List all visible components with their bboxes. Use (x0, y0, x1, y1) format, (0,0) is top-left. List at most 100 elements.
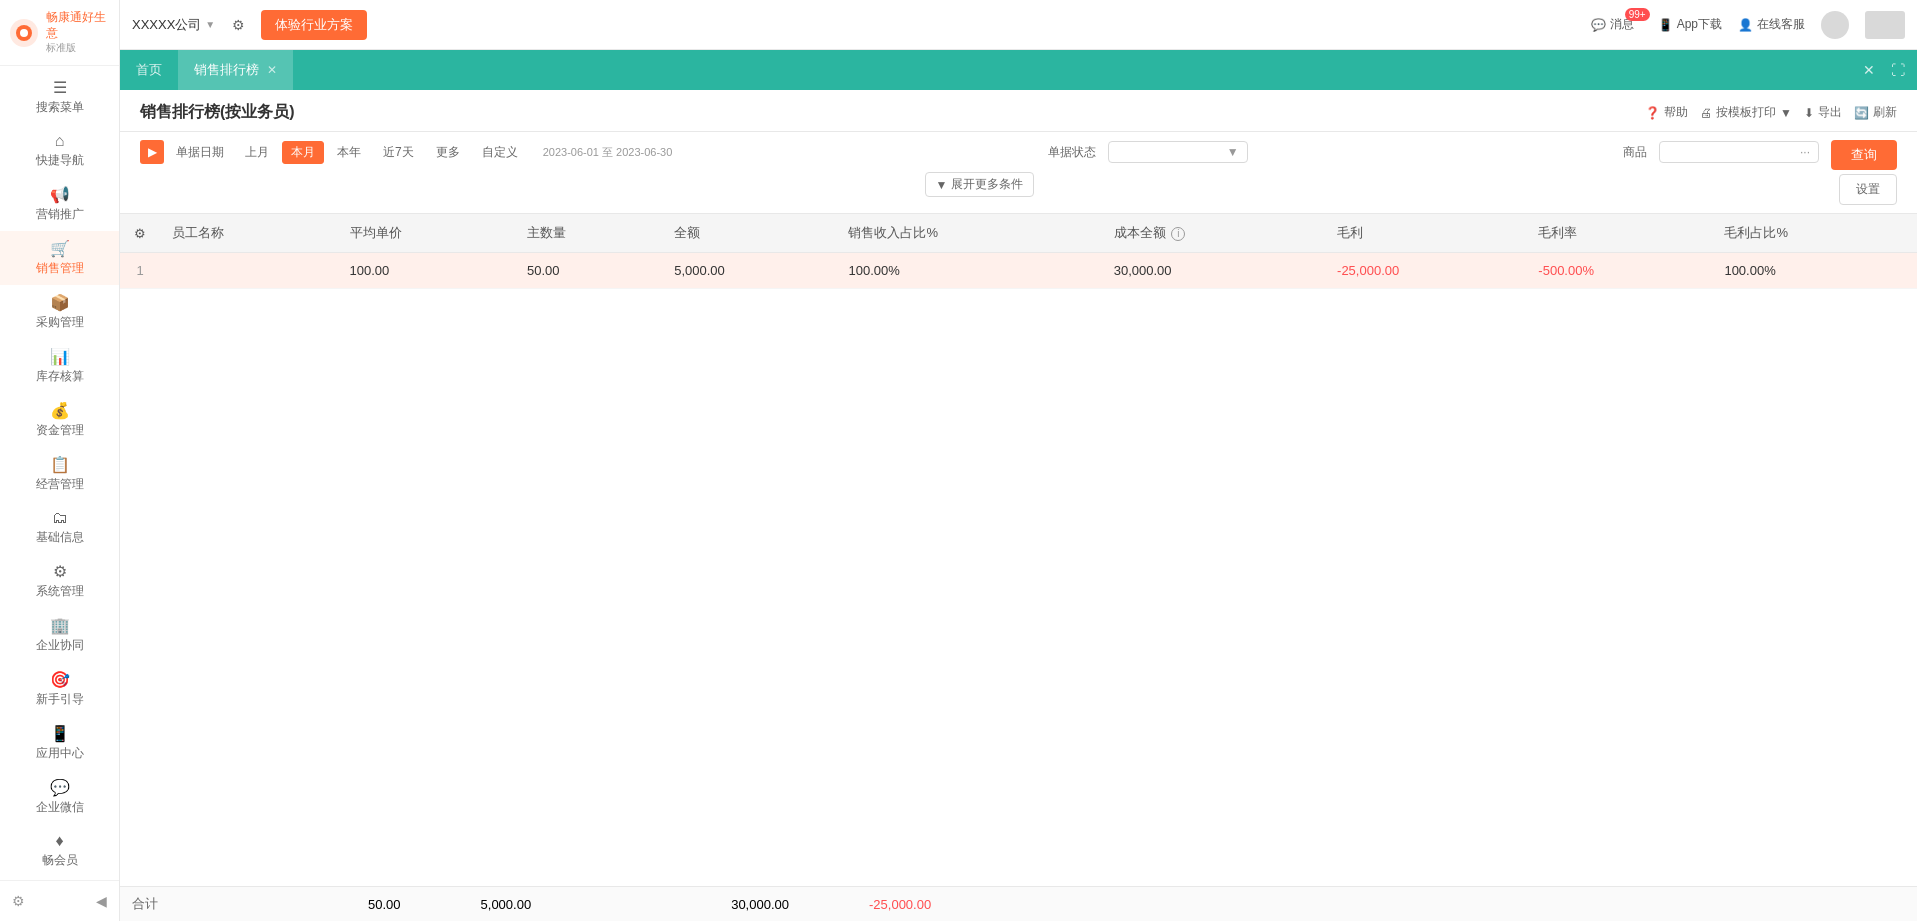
wechat-icon: 💬 (50, 778, 70, 797)
filter-section: ▶ 单据日期 上月 本月 本年 近7天 更多 自定义 2023-06-01 至 … (140, 140, 1897, 205)
company-dropdown-icon: ▼ (205, 19, 215, 30)
app-download-btn[interactable]: 📱 App下载 (1658, 16, 1722, 33)
topbar-settings-btn[interactable]: ⚙ (223, 10, 253, 40)
tab-maximize-icon[interactable]: ⛶ (1887, 58, 1909, 82)
message-icon: 💬 (1591, 18, 1606, 32)
date-last-7-btn[interactable]: 近7天 (374, 141, 423, 164)
cell-rank: 1 (120, 253, 160, 289)
app-download-icon: 📱 (1658, 18, 1673, 32)
col-sales-pct: 销售收入占比% (836, 214, 1101, 253)
sidebar-item-purchase[interactable]: 📦 采购管理 (0, 285, 119, 339)
sidebar-item-app-center[interactable]: 📱 应用中心 (0, 716, 119, 770)
date-more-btn[interactable]: 更多 (427, 141, 469, 164)
svg-point-2 (20, 29, 28, 37)
date-curr-month-btn[interactable]: 本月 (282, 141, 324, 164)
sidebar-item-search-order[interactable]: ☰ 搜索菜单 (0, 70, 119, 124)
table-container: ⚙ 员工名称 平均单价 主数量 全额 (120, 214, 1917, 886)
sidebar: 畅康通好生意 标准版 ☰ 搜索菜单 ⌂ 快捷导航 📢 营销推广 🛒 销售管理 📦… (0, 0, 120, 921)
content: 销售排行榜(按业务员) ❓ 帮助 🖨 按模板打印 ▼ ⬇ 导出 🔄 刷新 (120, 90, 1917, 921)
sidebar-item-label: 系统管理 (36, 583, 84, 600)
purchase-icon: 📦 (50, 293, 70, 312)
sidebar-item-marketing[interactable]: 📢 营销推广 (0, 177, 119, 231)
tab-home[interactable]: 首页 (120, 50, 178, 90)
tab-close-icon[interactable]: ✕ (267, 63, 277, 77)
sidebar-item-guide[interactable]: 🎯 新手引导 (0, 662, 119, 716)
tabbar-actions: ✕ ⛶ (1859, 50, 1917, 90)
sidebar-item-member[interactable]: ♦ 畅会员 (0, 824, 119, 877)
filter-toggle-btn[interactable]: ▶ (140, 140, 164, 164)
topbar-right: 💬 消息 99+ 📱 App下载 👤 在线客服 (1591, 11, 1905, 39)
logo-icon (8, 17, 40, 49)
guide-icon: 🎯 (50, 670, 70, 689)
footer-cost: 30,000.00 (731, 897, 789, 912)
goods-input-more[interactable]: ··· (1800, 145, 1810, 159)
expand-icon: ▼ (936, 178, 948, 192)
sidebar-item-finance[interactable]: 💰 资金管理 (0, 393, 119, 447)
cell-sales-pct: 100.00% (836, 253, 1101, 289)
export-label: 导出 (1818, 104, 1842, 121)
sidebar-bottom: ⚙ ◀ (0, 880, 119, 921)
cell-gross: -25,000.00 (1325, 253, 1526, 289)
sidebar-item-wechat[interactable]: 💬 企业微信 (0, 770, 119, 824)
sidebar-logo: 畅康通好生意 标准版 (0, 0, 119, 66)
goods-input[interactable]: ··· (1659, 141, 1819, 163)
sidebar-item-label: 应用中心 (36, 745, 84, 762)
date-prev-month-btn[interactable]: 上月 (236, 141, 278, 164)
print-btn[interactable]: 🖨 按模板打印 ▼ (1700, 104, 1792, 121)
marketing-icon: 📢 (50, 185, 70, 204)
settings-btn[interactable]: 设置 (1839, 174, 1897, 205)
online-service-label: 在线客服 (1757, 16, 1805, 33)
sidebar-item-operations[interactable]: 📋 经营管理 (0, 447, 119, 501)
date-curr-year-btn[interactable]: 本年 (328, 141, 370, 164)
operations-icon: 📋 (50, 455, 70, 474)
cell-gross-pct: 100.00% (1712, 253, 1917, 289)
refresh-label: 刷新 (1873, 104, 1897, 121)
sidebar-item-sales[interactable]: 🛒 销售管理 (0, 231, 119, 285)
logo-text: 畅康通好生意 (46, 10, 111, 41)
col-settings[interactable]: ⚙ (120, 214, 160, 253)
logo-sub: 标准版 (46, 41, 111, 55)
member-icon: ♦ (55, 832, 63, 850)
help-btn[interactable]: ❓ 帮助 (1645, 104, 1688, 121)
col-gross-pct: 毛利占比% (1712, 214, 1917, 253)
sidebar-item-enterprise[interactable]: 🏢 企业协同 (0, 608, 119, 662)
refresh-btn[interactable]: 🔄 刷新 (1854, 104, 1897, 121)
sidebar-item-quick-nav[interactable]: ⌂ 快捷导航 (0, 124, 119, 177)
sidebar-item-inventory[interactable]: 📊 库存核算 (0, 339, 119, 393)
user-avatar[interactable] (1821, 11, 1849, 39)
sidebar-item-basic-info[interactable]: 🗂 基础信息 (0, 501, 119, 554)
tab-sales-rank[interactable]: 销售排行榜 ✕ (178, 50, 293, 90)
sidebar-collapse-btn[interactable]: ◀ (92, 889, 111, 913)
cell-amount: 5,000.00 (662, 253, 836, 289)
message-btn[interactable]: 💬 消息 99+ (1591, 16, 1642, 33)
export-btn[interactable]: ⬇ 导出 (1804, 104, 1842, 121)
sidebar-settings-btn[interactable]: ⚙ (8, 889, 29, 913)
footer-gross: -25,000.00 (869, 897, 931, 912)
date-custom-btn[interactable]: 自定义 (473, 141, 527, 164)
sidebar-item-label: 采购管理 (36, 314, 84, 331)
sidebar-item-label: 快捷导航 (36, 152, 84, 169)
sidebar-item-system[interactable]: ⚙ 系统管理 (0, 554, 119, 608)
expand-conditions-btn[interactable]: ▼ 展开更多条件 (925, 172, 1035, 197)
refresh-icon: 🔄 (1854, 106, 1869, 120)
cost-info-icon[interactable]: i (1171, 227, 1185, 241)
search-order-icon: ☰ (53, 78, 67, 97)
status-select[interactable]: ▼ (1108, 141, 1248, 163)
tab-close-all-icon[interactable]: ✕ (1859, 58, 1879, 82)
sidebar-nav: ☰ 搜索菜单 ⌂ 快捷导航 📢 营销推广 🛒 销售管理 📦 采购管理 📊 库存核… (0, 66, 119, 880)
print-arrow-icon: ▼ (1780, 106, 1792, 120)
query-btn[interactable]: 查询 (1831, 140, 1897, 170)
trial-btn[interactable]: 体验行业方案 (261, 10, 367, 40)
sidebar-item-label: 营销推广 (36, 206, 84, 223)
cell-name (160, 253, 338, 289)
help-icon: ❓ (1645, 106, 1660, 120)
sidebar-item-label: 库存核算 (36, 368, 84, 385)
message-badge: 99+ (1625, 8, 1650, 21)
sidebar-item-label: 企业协同 (36, 637, 84, 654)
tabbar: 首页 销售排行榜 ✕ ✕ ⛶ (120, 50, 1917, 90)
cell-main-qty: 50.00 (515, 253, 662, 289)
user-name[interactable] (1865, 11, 1905, 39)
online-service-btn[interactable]: 👤 在线客服 (1738, 16, 1805, 33)
inventory-icon: 📊 (50, 347, 70, 366)
company-selector[interactable]: XXXXX公司 ▼ (132, 16, 215, 34)
